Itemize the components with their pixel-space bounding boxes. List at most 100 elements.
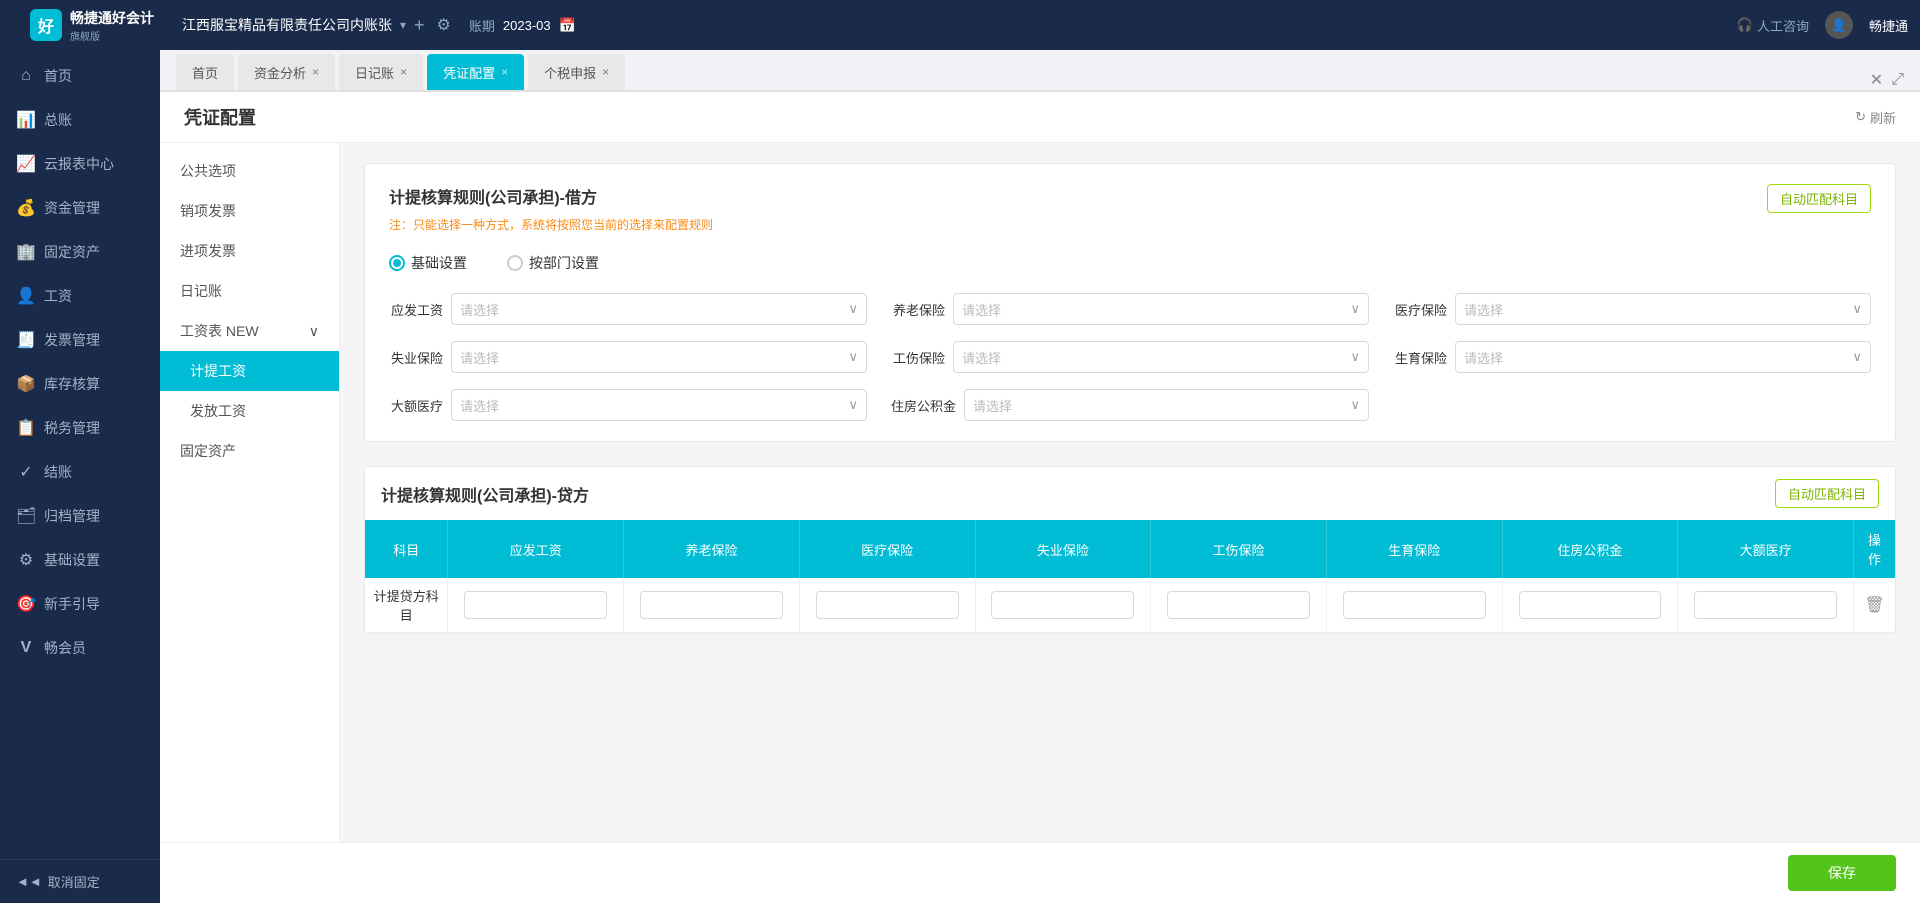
input-medical[interactable]	[816, 591, 959, 619]
housing-fund-select[interactable]: 请选择 ∨	[964, 389, 1369, 421]
debit-section: 计提核算规则(公司承担)-借方 注：只能选择一种方式，系统将按照您当前的选择来配…	[364, 163, 1896, 442]
sidebar-item-guide[interactable]: 🎯 新手引导	[0, 582, 160, 626]
form-item-medical: 医疗保险 请选择 ∨	[1393, 293, 1871, 325]
tab-journal[interactable]: 日记账 ×	[339, 54, 423, 90]
side-nav-public[interactable]: 公共选项	[160, 151, 339, 191]
period-label: 账期	[469, 16, 495, 35]
input-gross-salary[interactable]	[464, 591, 607, 619]
tab-home[interactable]: 首页	[176, 54, 234, 90]
input-maternity[interactable]	[1343, 591, 1486, 619]
medical-select[interactable]: 请选择 ∨	[1455, 293, 1871, 325]
sidebar-item-member[interactable]: V 畅会员	[0, 626, 160, 670]
refresh-button[interactable]: ↻ 刷新	[1855, 108, 1896, 127]
side-nav-sales-invoice[interactable]: 销项发票	[160, 191, 339, 231]
input-pension[interactable]	[640, 591, 783, 619]
close-tab-tax-report[interactable]: ×	[602, 65, 609, 79]
tab-voucher-config[interactable]: 凭证配置 ×	[427, 54, 524, 90]
side-nav-accrue-salary[interactable]: 计提工资	[160, 351, 339, 391]
close-tab-funds-analysis[interactable]: ×	[312, 65, 319, 79]
tab-bar: 首页 资金分析 × 日记账 × 凭证配置 × 个税申报 × ✕ ⤢	[160, 50, 1920, 92]
side-nav-purchase-invoice[interactable]: 进项发票	[160, 231, 339, 271]
expand-icon[interactable]: ⤢	[1891, 71, 1904, 89]
salary-icon: 👤	[16, 286, 36, 306]
side-nav-salary-table[interactable]: 工资表 NEW ∨	[160, 311, 339, 351]
tab-funds-analysis[interactable]: 资金分析 ×	[238, 54, 335, 90]
medical-label: 医疗保险	[1393, 300, 1447, 319]
settings-icon[interactable]: ⚙	[437, 15, 451, 35]
col-header-housing-fund: 住房公积金	[1502, 520, 1678, 578]
row-label: 计提贷方科目	[365, 578, 448, 633]
pension-select[interactable]: 请选择 ∨	[953, 293, 1369, 325]
sidebar-item-home[interactable]: ⌂ 首页	[0, 54, 160, 98]
close-tab-voucher-config[interactable]: ×	[501, 65, 508, 79]
sidebar-item-settlement[interactable]: ✓ 结账	[0, 450, 160, 494]
close-tab-journal[interactable]: ×	[400, 65, 407, 79]
work-injury-select[interactable]: 请选择 ∨	[953, 341, 1369, 373]
radio-department-circle	[507, 255, 523, 271]
col-header-work-injury: 工伤保险	[1151, 520, 1327, 578]
debit-auto-match-button[interactable]: 自动匹配科目	[1767, 184, 1871, 213]
funds-icon: 💰	[16, 198, 36, 218]
form-item-gross-salary: 应发工资 请选择 ∨	[389, 293, 867, 325]
large-medical-select[interactable]: 请选择 ∨	[451, 389, 867, 421]
app-logo-icon: 好	[30, 9, 62, 41]
sidebar-item-assets[interactable]: 🏢 固定资产	[0, 230, 160, 274]
side-nav: 公共选项 销项发票 进项发票 日记账 工资表 NEW ∨ 计提工资 发放工资 固…	[160, 143, 340, 842]
calendar-icon[interactable]: 📅	[559, 17, 576, 34]
reports-icon: 📈	[16, 154, 36, 174]
gross-salary-select[interactable]: 请选择 ∨	[451, 293, 867, 325]
side-nav-journal[interactable]: 日记账	[160, 271, 339, 311]
add-account-button[interactable]: +	[414, 15, 425, 36]
cell-gross-salary	[448, 578, 624, 633]
col-header-action: 操作	[1853, 520, 1895, 578]
housing-fund-arrow-icon: ∨	[1350, 397, 1360, 413]
sidebar-item-tax[interactable]: 📋 税务管理	[0, 406, 160, 450]
invoice-mgr-icon: 🧾	[16, 330, 36, 350]
cancel-pin-button[interactable]: ◄◄ 取消固定	[0, 859, 160, 903]
input-work-injury[interactable]	[1167, 591, 1310, 619]
save-button[interactable]: 保存	[1788, 855, 1896, 891]
unemployment-label: 失业保险	[389, 348, 443, 367]
service-button[interactable]: 🎧 人工咨询	[1737, 16, 1809, 35]
sidebar-item-archive[interactable]: 🗂 归档管理	[0, 494, 160, 538]
new-badge: NEW	[226, 323, 259, 339]
unemployment-select[interactable]: 请选择 ∨	[451, 341, 867, 373]
page-title: 凭证配置	[184, 104, 256, 130]
pin-icon: ◄◄	[16, 874, 42, 889]
maternity-select[interactable]: 请选择 ∨	[1455, 341, 1871, 373]
input-housing-fund[interactable]	[1519, 591, 1662, 619]
form-item-maternity: 生育保险 请选择 ∨	[1393, 341, 1871, 373]
page-footer: 保存	[160, 842, 1920, 903]
side-nav-fixed-assets[interactable]: 固定资产	[160, 431, 339, 471]
company-dropdown-icon[interactable]: ▾	[400, 18, 406, 32]
input-large-medical[interactable]	[1694, 591, 1837, 619]
close-all-tabs-icon[interactable]: ✕	[1870, 70, 1883, 90]
sidebar-item-inventory[interactable]: 📦 库存核算	[0, 362, 160, 406]
main-content: 计提核算规则(公司承担)-借方 注：只能选择一种方式，系统将按照您当前的选择来配…	[340, 143, 1920, 842]
top-bar-right: 🎧 人工咨询 👤 畅捷通	[1737, 11, 1908, 39]
debit-section-note: 注：只能选择一种方式，系统将按照您当前的选择来配置规则	[389, 216, 713, 233]
sidebar-item-invoice-mgr[interactable]: 🧾 发票管理	[0, 318, 160, 362]
cell-housing-fund	[1502, 578, 1678, 633]
user-avatar[interactable]: 👤	[1825, 11, 1853, 39]
top-bar-center: 江西服宝精品有限责任公司内账张 ▾ + ⚙ 账期 2023-03 📅	[172, 15, 1737, 36]
maternity-label: 生育保险	[1393, 348, 1447, 367]
input-unemployment[interactable]	[991, 591, 1134, 619]
gross-salary-label: 应发工资	[389, 300, 443, 319]
sidebar-item-ledger[interactable]: 📊 总账	[0, 98, 160, 142]
radio-basic-circle	[389, 255, 405, 271]
form-item-large-medical: 大额医疗 请选择 ∨	[389, 389, 867, 421]
form-item-unemployment: 失业保险 请选择 ∨	[389, 341, 867, 373]
sidebar-item-salary[interactable]: 👤 工资	[0, 274, 160, 318]
sidebar-item-settings[interactable]: ⚙ 基础设置	[0, 538, 160, 582]
credit-auto-match-button[interactable]: 自动匹配科目	[1775, 479, 1879, 508]
form-item-work-injury: 工伤保险 请选择 ∨	[891, 341, 1369, 373]
tab-tax-report[interactable]: 个税申报 ×	[528, 54, 625, 90]
radio-department[interactable]: 按部门设置	[507, 253, 599, 273]
sidebar-item-reports[interactable]: 📈 云报表中心	[0, 142, 160, 186]
credit-table: 科目 应发工资 养老保险 医疗保险 失业保险 工伤保险 生育保险 住房公积金 大…	[365, 520, 1895, 633]
radio-basic[interactable]: 基础设置	[389, 253, 467, 273]
sidebar-item-funds[interactable]: 💰 资金管理	[0, 186, 160, 230]
side-nav-pay-salary[interactable]: 发放工资	[160, 391, 339, 431]
delete-row-icon[interactable]: 🗑	[1864, 597, 1884, 614]
